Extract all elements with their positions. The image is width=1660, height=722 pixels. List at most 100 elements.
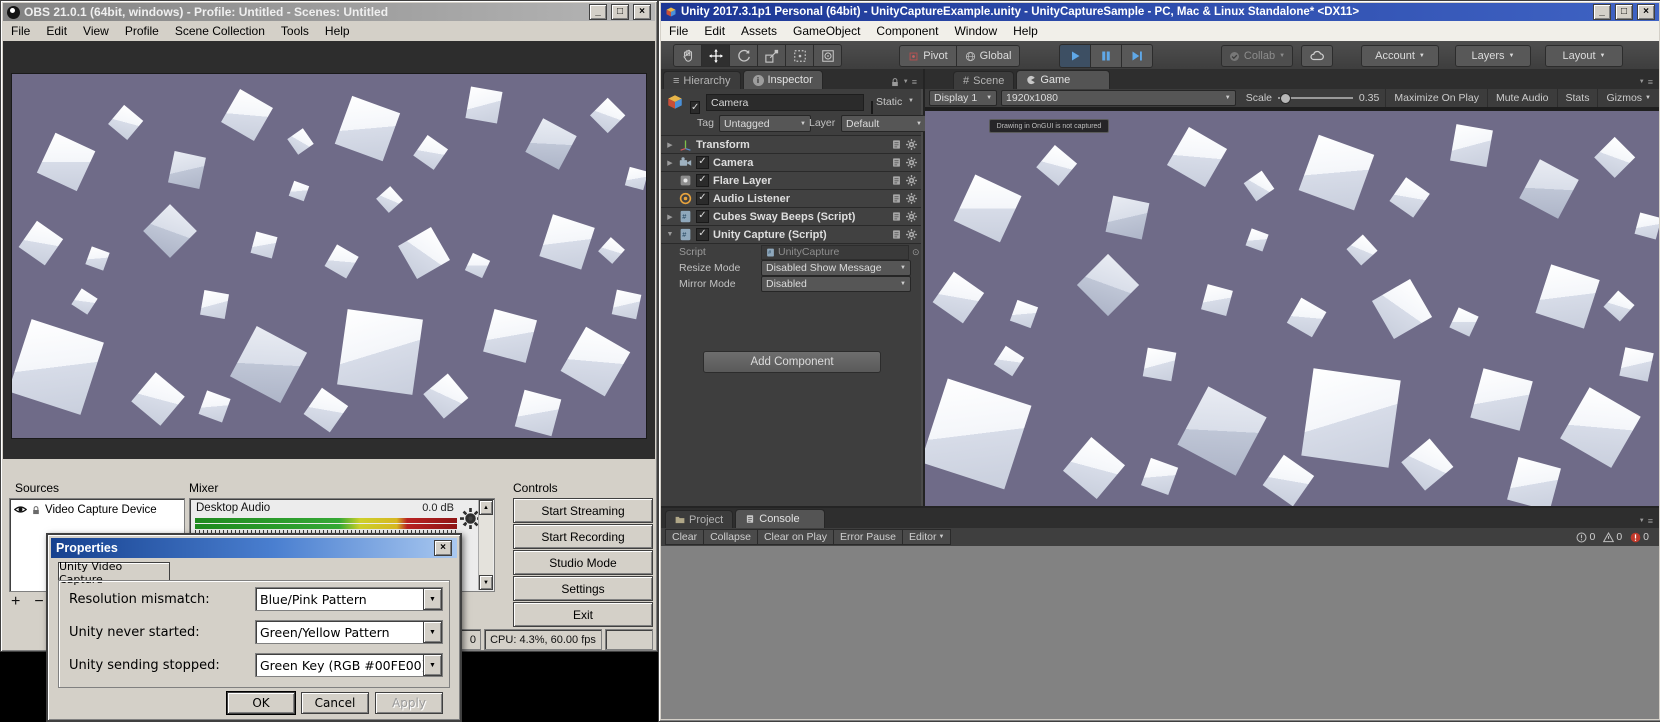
unity-menu-component[interactable]: Component (868, 22, 946, 40)
component-row-camera[interactable]: ▶ ✓ Camera (661, 154, 921, 172)
menu-item-profile[interactable]: Profile (117, 22, 167, 40)
settings-button[interactable]: Settings (513, 576, 653, 601)
component-row-cubes-sway-beeps[interactable]: ▶ ✓ Cubes Sway Beeps (Script) (661, 208, 921, 226)
static-checkbox[interactable] (871, 101, 873, 114)
tool-transform-button[interactable] (814, 44, 842, 67)
start-recording-button[interactable]: Start Recording (513, 524, 653, 549)
component-row-unity-capture[interactable]: ▼ ✓ Unity Capture (Script) (661, 226, 921, 244)
unity-close-button[interactable]: × (1637, 4, 1655, 20)
cancel-button[interactable]: Cancel (301, 692, 369, 714)
component-row-audio-listener[interactable]: ✓ Audio Listener (661, 190, 921, 208)
panel-menu-lines-icon[interactable]: ≡ (1648, 516, 1653, 526)
scale-slider[interactable] (1278, 97, 1353, 99)
unity-never-started-dropdown[interactable]: Green/Yellow Pattern ▼ (255, 620, 443, 644)
tab-unity-video-capture[interactable]: Unity Video Capture (58, 562, 170, 582)
component-row-transform[interactable]: ▶ Transform (661, 136, 921, 154)
step-button[interactable] (1122, 44, 1153, 68)
lock-icon[interactable] (31, 505, 41, 515)
remove-source-button[interactable]: − (34, 593, 43, 611)
tab-console[interactable]: Console (735, 509, 825, 528)
start-streaming-button[interactable]: Start Streaming (513, 498, 653, 523)
maximize-button[interactable]: □ (611, 4, 629, 20)
eye-icon[interactable] (14, 503, 27, 516)
tool-rect-button[interactable] (786, 44, 814, 67)
unity-menu-help[interactable]: Help (1005, 22, 1046, 40)
scale-slider-knob[interactable] (1280, 93, 1291, 104)
gear-icon[interactable] (906, 211, 917, 222)
maximize-on-play-button[interactable]: Maximize On Play (1385, 89, 1487, 107)
add-component-button[interactable]: Add Component (703, 351, 881, 373)
panel-menu-lines-icon[interactable]: ≡ (1648, 77, 1653, 87)
fold-icon[interactable]: ▶ (665, 159, 675, 167)
error-count-badge[interactable]: 0 (1626, 531, 1653, 543)
close-button[interactable]: × (633, 4, 651, 20)
error-pause-button[interactable]: Error Pause (834, 529, 903, 545)
script-value-field[interactable]: UnityCapture (761, 245, 909, 260)
gizmos-button[interactable]: Gizmos▼ (1597, 89, 1659, 107)
tab-game[interactable]: Game (1016, 70, 1110, 89)
tag-dropdown[interactable]: Untagged▼ (719, 115, 811, 132)
apply-button[interactable]: Apply (375, 692, 443, 714)
unity-menu-window[interactable]: Window (946, 22, 1005, 40)
studio-mode-button[interactable]: Studio Mode (513, 550, 653, 575)
collapse-button[interactable]: Collapse (704, 529, 758, 545)
menu-item-edit[interactable]: Edit (38, 22, 75, 40)
component-row-flare-layer[interactable]: ✓ Flare Layer (661, 172, 921, 190)
resize-mode-dropdown[interactable]: Disabled Show Message▼ (761, 260, 911, 276)
stats-button[interactable]: Stats (1557, 89, 1598, 107)
warning-count-badge[interactable]: 0 (1599, 531, 1626, 543)
help-doc-icon[interactable] (891, 211, 902, 222)
unity-menu-file[interactable]: File (661, 22, 696, 40)
dropdown-arrow-icon[interactable]: ▼ (423, 621, 442, 643)
clear-on-play-button[interactable]: Clear on Play (758, 529, 834, 545)
panel-menu-lines-icon[interactable]: ≡ (912, 77, 917, 87)
pivot-button[interactable]: Pivot (899, 45, 957, 67)
layout-button[interactable]: Layout▼ (1545, 45, 1623, 67)
console-content[interactable] (661, 546, 1659, 719)
tab-project[interactable]: Project (665, 510, 733, 528)
inspector-lock-icon[interactable] (890, 77, 900, 87)
help-doc-icon[interactable] (891, 157, 902, 168)
unity-menu-assets[interactable]: Assets (733, 22, 785, 40)
tab-scene[interactable]: #Scene (953, 71, 1014, 89)
mixer-scrollbar[interactable]: ▲ ▼ (478, 500, 493, 590)
tool-rotate-button[interactable] (730, 44, 758, 67)
obs-titlebar[interactable]: OBS 21.0.1 (64bit, windows) - Profile: U… (3, 3, 655, 21)
gear-icon[interactable] (906, 175, 917, 186)
resolution-dropdown[interactable]: 1920x1080▼ (1001, 90, 1236, 106)
gear-icon[interactable] (906, 193, 917, 204)
editor-button[interactable]: Editor▼ (903, 529, 951, 545)
help-doc-icon[interactable] (891, 139, 902, 150)
tab-inspector[interactable]: iInspector (743, 70, 823, 89)
dialog-close-button[interactable]: × (434, 540, 452, 556)
source-item-video-capture-device[interactable]: Video Capture Device (10, 499, 184, 520)
component-checkbox[interactable]: ✓ (696, 210, 709, 223)
unity-menu-gameobject[interactable]: GameObject (785, 22, 868, 40)
scroll-up-button[interactable]: ▲ (479, 500, 493, 515)
menu-item-tools[interactable]: Tools (273, 22, 317, 40)
panel-menu-icon[interactable]: ▼ (1639, 79, 1645, 85)
help-doc-icon[interactable] (891, 193, 902, 204)
unity-minimize-button[interactable]: _ (1593, 4, 1611, 20)
unity-sending-stopped-dropdown[interactable]: Green Key (RGB #00FE00) ▼ (255, 653, 443, 677)
tool-hand-button[interactable] (673, 44, 702, 67)
layer-dropdown[interactable]: Default▼ (841, 115, 927, 132)
tab-hierarchy[interactable]: ≡Hierarchy (663, 71, 741, 89)
panel-menu-icon[interactable]: ▼ (903, 79, 909, 85)
obs-video-preview[interactable] (11, 73, 647, 439)
component-checkbox[interactable]: ✓ (696, 174, 709, 187)
info-count-badge[interactable]: 0 (1572, 531, 1599, 543)
global-button[interactable]: Global (957, 45, 1020, 67)
help-doc-icon[interactable] (891, 175, 902, 186)
dropdown-arrow-icon[interactable]: ▼ (423, 588, 442, 610)
menu-item-view[interactable]: View (75, 22, 117, 40)
gear-icon[interactable] (906, 157, 917, 168)
minimize-button[interactable]: _ (589, 4, 607, 20)
dropdown-arrow-icon[interactable]: ▼ (423, 654, 442, 676)
help-doc-icon[interactable] (891, 229, 902, 240)
fold-icon[interactable]: ▶ (665, 213, 675, 221)
clear-button[interactable]: Clear (665, 529, 704, 545)
display-dropdown[interactable]: Display 1▼ (929, 90, 997, 106)
account-button[interactable]: Account▼ (1361, 45, 1439, 67)
scroll-down-button[interactable]: ▼ (479, 575, 493, 590)
